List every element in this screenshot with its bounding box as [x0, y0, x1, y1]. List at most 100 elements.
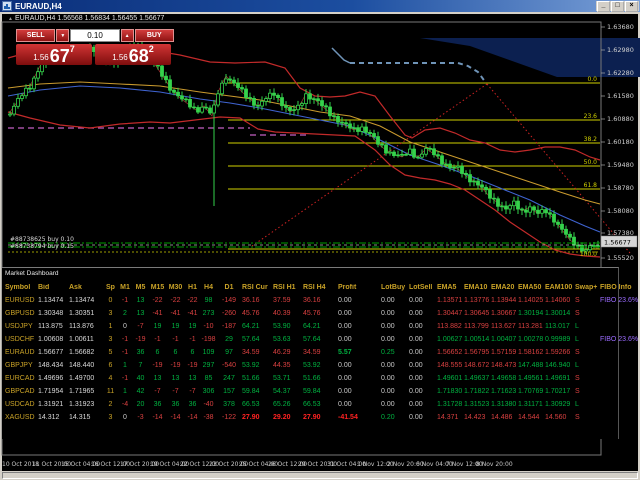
cell-ema20: 1.00407 [491, 336, 517, 343]
cell-lotbuy: 0.00 [381, 375, 395, 382]
sell-button[interactable]: SELL [16, 29, 56, 42]
svg-text:0.0: 0.0 [587, 76, 597, 83]
dashboard-row-GBPUSD: GBPUSD 1.30348 1.30351 3 2 13 -41 -41 -41 273 -260… [4, 307, 640, 320]
cell-profit: 0.00 [338, 388, 352, 395]
dashboard-row-USDCHF: USDCHF 1.00608 1.00611 3 -1 -19 -1 -1 -1 -198 29 57… [4, 333, 640, 346]
dashboard-row-EURAUD: EURAUD 1.56677 1.56682 5 -1 36 6 6 6 109 97 34.59 46… [4, 346, 640, 359]
svg-text:50.0: 50.0 [584, 159, 598, 166]
svg-text:1.58080: 1.58080 [607, 207, 634, 215]
cell-ema20: 1.57159 [491, 349, 517, 356]
column-header: H1 [188, 284, 197, 291]
cell-rsi-h1: 46.29 [273, 349, 291, 356]
cell-lotsell: 0.00 [409, 388, 423, 395]
lot-size-input[interactable]: 0.10 [70, 29, 120, 42]
cell-eam100: 1.59266 [545, 349, 571, 356]
cell-rsi-cur: 51.66 [242, 375, 260, 382]
cell-lotbuy: 0.00 [381, 310, 395, 317]
minimize-button[interactable]: _ [597, 0, 610, 12]
cell-d1: -149 [221, 297, 236, 304]
cell-ema50: 1.49561 [518, 375, 544, 382]
cell-ema10: 14.423 [464, 414, 486, 421]
cell-rsi-h1: 53.71 [273, 375, 291, 382]
cell-m15: -7 [154, 388, 161, 395]
cell-h1: -19 [187, 362, 198, 369]
cell-m1: 0 [123, 414, 127, 421]
cell-m30: 13 [171, 375, 180, 382]
cell-swap-: L [575, 336, 579, 343]
cell-m15: -14 [152, 414, 163, 421]
buy-button[interactable]: BUY [134, 29, 174, 42]
cell-d1: -122 [221, 414, 236, 421]
cell-h1: -7 [189, 388, 196, 395]
cell-bid: 1.49696 [38, 375, 64, 382]
cell-lotsell: 0.00 [409, 297, 423, 304]
cell-ask: 1.56682 [69, 349, 95, 356]
cell-rsi-h4: 51.66 [303, 375, 321, 382]
cell-ema50: 113.281 [518, 323, 543, 330]
lot-increase-button[interactable]: ▲ [120, 29, 134, 42]
status-bar [0, 471, 640, 480]
cell-rsi-h4: 45.76 [303, 310, 321, 317]
cell-fibo-info: FIBO 23.6% [600, 297, 639, 304]
sell-price-display[interactable]: 1.56 67 7 [16, 44, 92, 65]
svg-text:1.59480: 1.59480 [607, 161, 634, 169]
dashboard-row-USDCAD: USDCAD 1.31921 1.31923 2 -4 20 36 36 36 -40 378 66.… [4, 398, 640, 411]
cell-eam100: 1.70217 [545, 388, 571, 395]
cell-h1: -1 [189, 336, 196, 343]
cell-lotbuy: 0.00 [381, 323, 395, 330]
cell-ema10: 1.00514 [464, 336, 490, 343]
cell-ema10: 1.56795 [464, 349, 490, 356]
restore-button[interactable]: □ [611, 0, 624, 12]
column-header: Symbol [5, 284, 31, 291]
column-header: D1 [224, 284, 234, 291]
cell-d1: -540 [221, 362, 236, 369]
cell-m5: 40 [136, 375, 145, 382]
cell-symbol: USDJPY [5, 323, 33, 330]
cell-eam100: 1.30929 [545, 401, 571, 408]
cell-rsi-h4: 66.53 [303, 401, 321, 408]
cell-m30: 6 [173, 349, 178, 356]
cell-m5: 7 [138, 362, 143, 369]
column-header: RSI Cur [242, 284, 268, 291]
cell-ask: 1.49700 [69, 375, 95, 382]
indicator-lines [7, 45, 601, 258]
cell-rsi-cur: 53.92 [242, 362, 260, 369]
buy-price-display[interactable]: 1.56 68 2 [95, 44, 171, 65]
cell-m30: 36 [171, 401, 180, 408]
cell-lotsell: 0.00 [409, 336, 423, 343]
dashboard-table: Symbol Bid Ask Sp M1 M5 M15 M30 H1 H4 D1 RSI Cur RSI… [4, 281, 640, 424]
cell-swap-: L [575, 401, 579, 408]
cell-m30: 19 [171, 323, 180, 330]
cell-m5: 36 [136, 349, 145, 356]
cell-lotsell: 0.00 [409, 401, 423, 408]
cell-rsi-cur: 34.59 [242, 349, 260, 356]
column-header: M15 [150, 284, 165, 291]
cell-ema5: 1.56652 [437, 349, 463, 356]
cell-rsi-h4: 59.84 [303, 388, 321, 395]
dashboard-header-row: Symbol Bid Ask Sp M1 M5 M15 M30 H1 H4 D1 RSI Cur RSI… [4, 281, 640, 294]
lot-decrease-button[interactable]: ▼ [56, 29, 70, 42]
cell-ema5: 1.71830 [437, 388, 463, 395]
cell-bid: 1.71954 [38, 388, 64, 395]
column-header: RSI H1 [273, 284, 296, 291]
cell-lotbuy: 0.00 [381, 297, 395, 304]
close-button[interactable]: × [625, 0, 638, 12]
cell-m15: 6 [155, 349, 160, 356]
cell-ema20: 1.49658 [491, 375, 517, 382]
cell-m30: -1 [172, 336, 179, 343]
cell-profit: 0.00 [338, 310, 352, 317]
svg-text:#88738625 buy 0.10: #88738625 buy 0.10 [10, 236, 74, 243]
position-lines: #88738625 buy 0.10#88738794 buy 0.15 [8, 236, 600, 250]
cell-ema20: 1.31380 [491, 401, 517, 408]
dashboard-row-XAGUSD: XAGUSD 14.312 14.315 3 0 -3 -14 -14 -14 -38 -122 27… [4, 411, 640, 424]
cell-d1: 247 [223, 375, 235, 382]
cell-rsi-h1: 44.35 [273, 362, 291, 369]
cell-ema20: 148.473 [491, 362, 517, 369]
chart-shift-marker: ▲ [8, 16, 13, 22]
cell-ema10: 148.672 [464, 362, 490, 369]
cell-rsi-h1: 29.20 [273, 414, 291, 421]
cell-lotbuy: 0.00 [381, 362, 395, 369]
cell-m1: 1 [123, 388, 127, 395]
cell-profit: 0.00 [338, 401, 352, 408]
cell-bid: 148.434 [38, 362, 64, 369]
